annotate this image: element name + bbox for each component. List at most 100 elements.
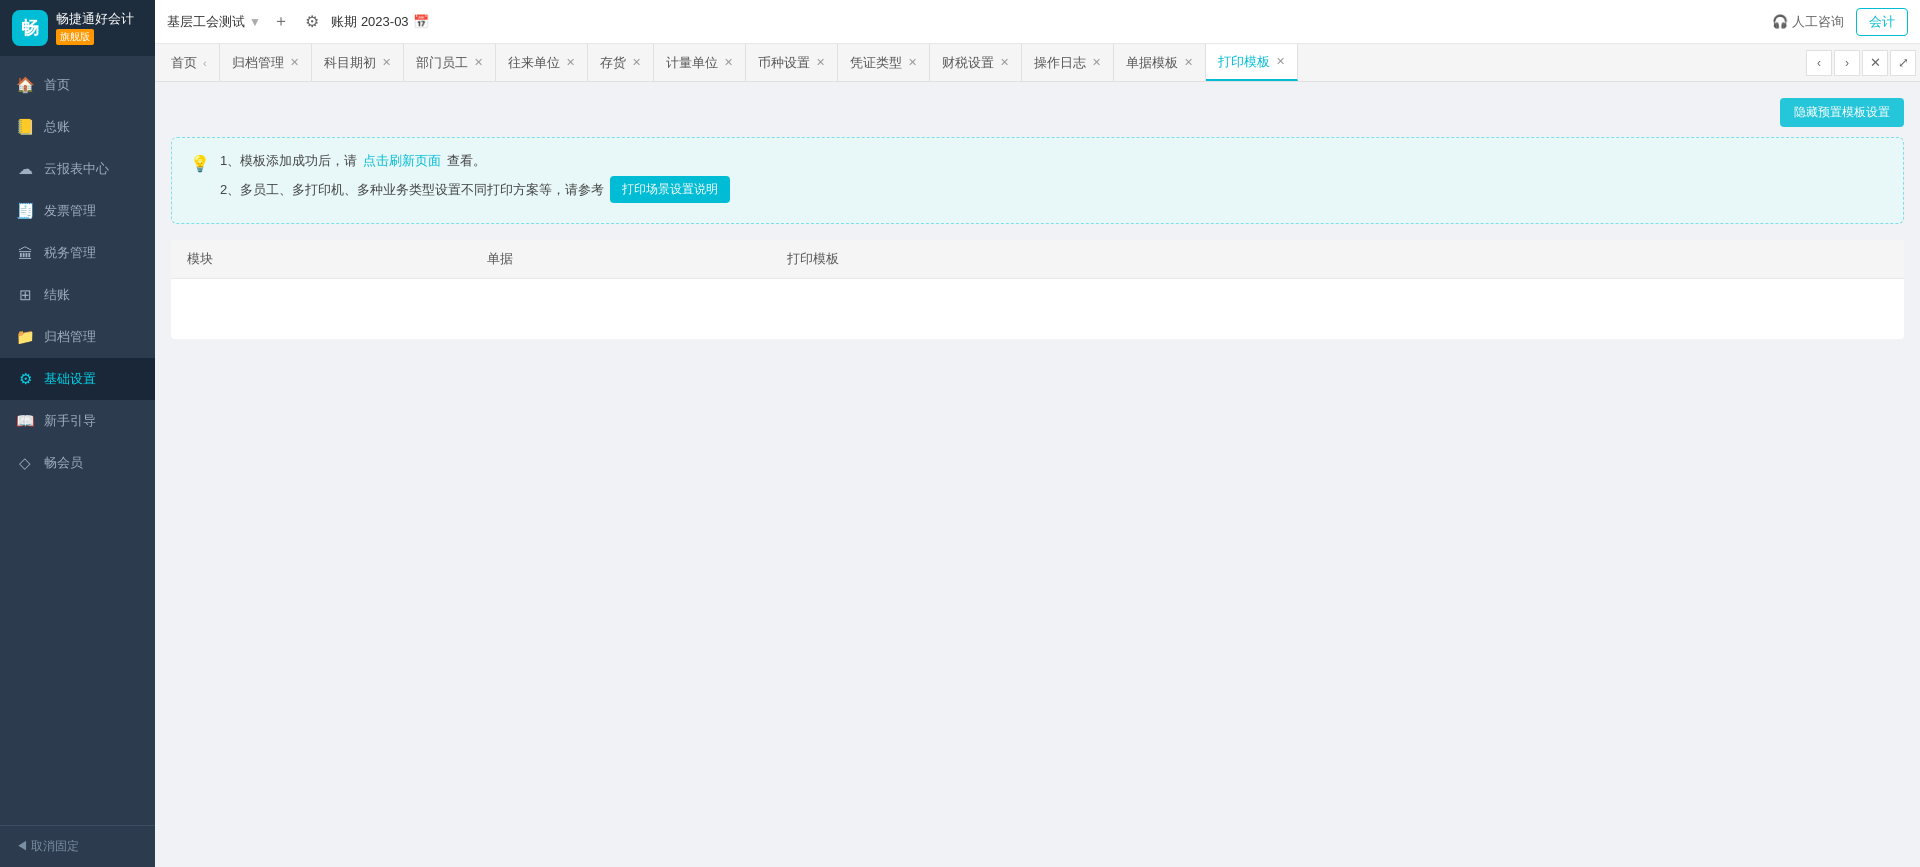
logo-text: 畅捷通好会计 — [56, 11, 134, 28]
tab-partners[interactable]: 往来单位 ✕ — [496, 44, 588, 81]
period-label: 账期 — [331, 13, 357, 31]
tab-scroll-left[interactable]: ‹ — [1806, 50, 1832, 76]
table-header: 模块 单据 打印模板 — [171, 240, 1904, 279]
tab-label: 财税设置 — [942, 54, 994, 72]
tab-home-arrow: ‹ — [203, 57, 207, 69]
sidebar-item-label: 总账 — [44, 118, 70, 136]
sidebar: 畅 畅捷通好会计 旗舰版 🏠 首页 📒 总账 ☁ 云报表中心 🧾 发票管理 🏛 … — [0, 0, 155, 867]
guide-icon: 📖 — [16, 412, 34, 430]
sidebar-item-tax[interactable]: 🏛 税务管理 — [0, 232, 155, 274]
settings-icon: ⚙ — [16, 370, 34, 388]
tab-receipt[interactable]: 单据模板 ✕ — [1114, 44, 1206, 81]
tab-close-all[interactable]: ✕ — [1862, 50, 1888, 76]
tab-scroll-right[interactable]: › — [1834, 50, 1860, 76]
sidebar-unpin[interactable]: ◀ 取消固定 — [0, 825, 155, 867]
sidebar-item-label: 归档管理 — [44, 328, 96, 346]
tabbar-controls: ‹ › ✕ ⤢ — [1806, 50, 1916, 76]
sidebar-item-reports[interactable]: ☁ 云报表中心 — [0, 148, 155, 190]
accountant-button[interactable]: 会计 — [1856, 8, 1908, 36]
lightbulb-icon: 💡 — [190, 154, 210, 173]
company-selector[interactable]: 基层工会测试 ▼ — [167, 13, 261, 31]
col-header-module: 模块 — [171, 240, 471, 278]
tab-close-icon[interactable]: ✕ — [566, 56, 575, 69]
sidebar-item-label: 云报表中心 — [44, 160, 109, 178]
sidebar-item-home[interactable]: 🏠 首页 — [0, 64, 155, 106]
support-label: 人工咨询 — [1792, 13, 1844, 31]
tab-currency[interactable]: 币种设置 ✕ — [746, 44, 838, 81]
hide-template-row: 隐藏预置模板设置 — [171, 98, 1904, 127]
period-display: 账期 2023-03 📅 — [331, 13, 429, 31]
tab-label: 科目期初 — [324, 54, 376, 72]
tab-measure[interactable]: 计量单位 ✕ — [654, 44, 746, 81]
tab-close-icon[interactable]: ✕ — [816, 56, 825, 69]
company-dropdown-icon: ▼ — [249, 15, 261, 29]
col-header-receipt: 单据 — [471, 240, 771, 278]
tab-label: 往来单位 — [508, 54, 560, 72]
col-header-template: 打印模板 — [771, 240, 1904, 278]
tab-label: 首页 — [171, 54, 197, 72]
sidebar-item-label: 发票管理 — [44, 202, 96, 220]
tab-close-icon[interactable]: ✕ — [1184, 56, 1193, 69]
tab-label: 打印模板 — [1218, 53, 1270, 71]
tab-label: 币种设置 — [758, 54, 810, 72]
sidebar-item-archive[interactable]: 📁 归档管理 — [0, 316, 155, 358]
tab-close-icon[interactable]: ✕ — [1000, 56, 1009, 69]
info-line-1: 1、模板添加成功后，请点击刷新页面查看。 — [220, 152, 1885, 170]
tab-home[interactable]: 首页 ‹ — [159, 44, 220, 81]
tab-print[interactable]: 打印模板 ✕ — [1206, 44, 1298, 81]
topbar: 基层工会测试 ▼ ＋ ⚙ 账期 2023-03 📅 🎧 人工咨询 会计 — [155, 0, 1920, 44]
sidebar-item-close[interactable]: ⊞ 结账 — [0, 274, 155, 316]
sidebar-item-guide[interactable]: 📖 新手引导 — [0, 400, 155, 442]
tab-voucher[interactable]: 凭证类型 ✕ — [838, 44, 930, 81]
tab-department[interactable]: 部门员工 ✕ — [404, 44, 496, 81]
tab-close-icon[interactable]: ✕ — [382, 56, 391, 69]
close-period-icon: ⊞ — [16, 286, 34, 304]
sidebar-item-member[interactable]: ◇ 畅会员 — [0, 442, 155, 484]
main-area: 基层工会测试 ▼ ＋ ⚙ 账期 2023-03 📅 🎧 人工咨询 会计 首页 ‹… — [155, 0, 1920, 867]
calendar-icon[interactable]: 📅 — [413, 14, 429, 29]
cloud-icon: ☁ — [16, 160, 34, 178]
info-line2-before: 2、多员工、多打印机、多种业务类型设置不同打印方案等，请参考 — [220, 181, 604, 199]
tax-icon: 🏛 — [16, 245, 34, 262]
hide-template-button[interactable]: 隐藏预置模板设置 — [1780, 98, 1904, 127]
tab-expand[interactable]: ⤢ — [1890, 50, 1916, 76]
tab-close-icon[interactable]: ✕ — [724, 56, 733, 69]
sidebar-item-ledger[interactable]: 📒 总账 — [0, 106, 155, 148]
support-button[interactable]: 🎧 人工咨询 — [1772, 13, 1844, 31]
tab-oplog[interactable]: 操作日志 ✕ — [1022, 44, 1114, 81]
tab-subjects[interactable]: 科目期初 ✕ — [312, 44, 404, 81]
tab-close-icon[interactable]: ✕ — [474, 56, 483, 69]
sidebar-item-settings[interactable]: ⚙ 基础设置 — [0, 358, 155, 400]
tab-close-icon[interactable]: ✕ — [908, 56, 917, 69]
home-icon: 🏠 — [16, 76, 34, 94]
refresh-link[interactable]: 点击刷新页面 — [363, 152, 441, 170]
company-name: 基层工会测试 — [167, 13, 245, 31]
tab-label: 存货 — [600, 54, 626, 72]
tab-inventory[interactable]: 存货 ✕ — [588, 44, 654, 81]
period-value: 2023-03 — [361, 14, 409, 29]
content-area: 隐藏预置模板设置 💡 1、模板添加成功后，请点击刷新页面查看。 2、多员工、多打… — [155, 82, 1920, 867]
topbar-settings-icon[interactable]: ⚙ — [301, 12, 323, 31]
invoice-icon: 🧾 — [16, 202, 34, 220]
tab-close-icon[interactable]: ✕ — [290, 56, 299, 69]
table-body — [171, 279, 1904, 339]
tab-close-icon[interactable]: ✕ — [1276, 55, 1285, 68]
headset-icon: 🎧 — [1772, 14, 1788, 29]
unpin-label: ◀ 取消固定 — [16, 838, 79, 855]
tab-close-icon[interactable]: ✕ — [1092, 56, 1101, 69]
sidebar-item-label: 结账 — [44, 286, 70, 304]
logo-icon: 畅 — [12, 10, 48, 46]
tab-label: 部门员工 — [416, 54, 468, 72]
sidebar-item-label: 税务管理 — [44, 244, 96, 262]
tab-close-icon[interactable]: ✕ — [632, 56, 641, 69]
explain-button[interactable]: 打印场景设置说明 — [610, 176, 730, 203]
tab-fixtax[interactable]: 财税设置 ✕ — [930, 44, 1022, 81]
topbar-right: 🎧 人工咨询 会计 — [1772, 8, 1908, 36]
add-tab-button[interactable]: ＋ — [269, 11, 293, 32]
tab-label: 归档管理 — [232, 54, 284, 72]
info-line1-before: 1、模板添加成功后，请 — [220, 152, 357, 170]
sidebar-item-invoice[interactable]: 🧾 发票管理 — [0, 190, 155, 232]
tab-label: 计量单位 — [666, 54, 718, 72]
tab-archive[interactable]: 归档管理 ✕ — [220, 44, 312, 81]
member-icon: ◇ — [16, 454, 34, 472]
